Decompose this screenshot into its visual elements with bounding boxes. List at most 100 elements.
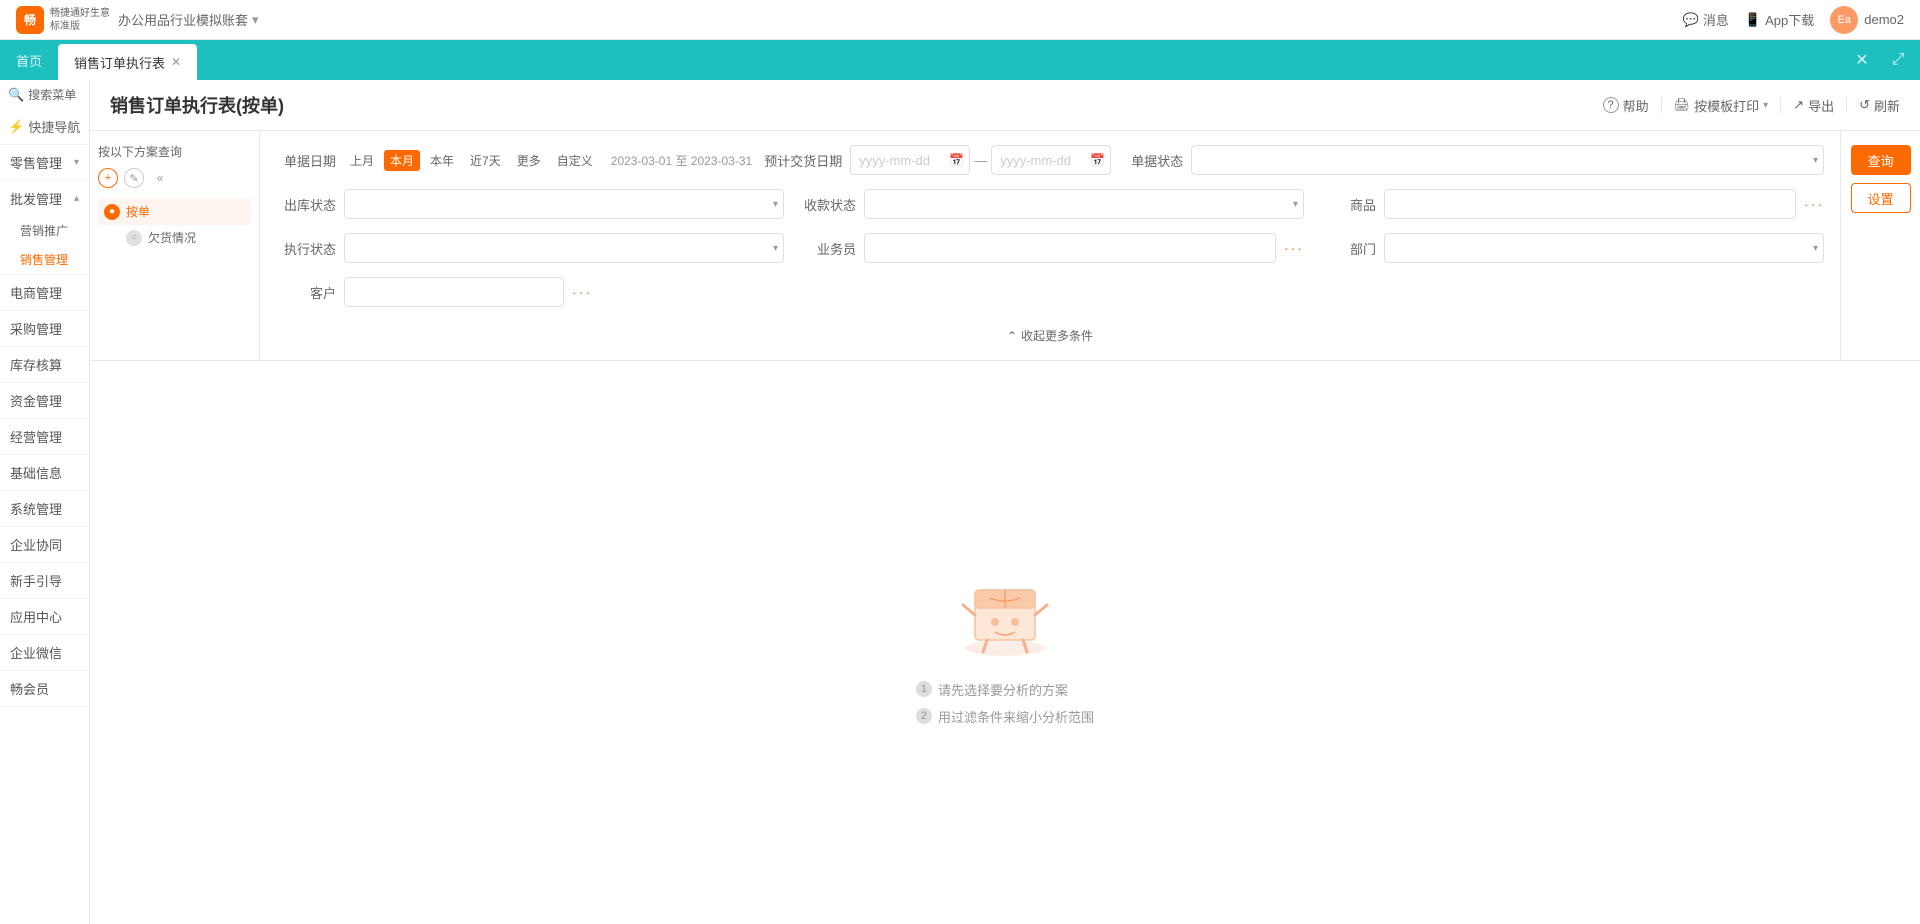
- export-btn[interactable]: ↗ 导出: [1793, 96, 1834, 115]
- plan-item-按单[interactable]: ● 按单: [98, 198, 251, 225]
- collapse-more-btn[interactable]: ⌃ 收起更多条件: [1007, 327, 1093, 344]
- expected-date-to-wrap: 📅: [991, 145, 1111, 175]
- filter-label-doc-status: 单据状态: [1123, 151, 1183, 170]
- sidebar-quick-nav-label: 快捷导航: [28, 117, 80, 136]
- expand-window-btn[interactable]: ⤢: [1884, 46, 1912, 74]
- message-action[interactable]: 💬 消息: [1683, 10, 1729, 29]
- quick-btn-7days[interactable]: 近7天: [464, 150, 507, 171]
- filter-sidebar: 按以下方案查询 + ✎ « ● 按单 ○ 欠货情况: [90, 131, 260, 360]
- add-plan-btn[interactable]: +: [98, 168, 118, 188]
- payment-select[interactable]: [864, 189, 1304, 219]
- quick-btn-last-month[interactable]: 上月: [344, 150, 380, 171]
- filter-group-exec-status: 执行状态 ▾: [276, 233, 784, 263]
- expected-date-to[interactable]: [991, 145, 1111, 175]
- filter-group-expected-date: 预计交货日期 📅 — 📅: [764, 145, 1111, 175]
- filter-label-salesman: 业务员: [796, 239, 856, 258]
- sidebar-search-label: 搜索菜单: [28, 86, 76, 103]
- filter-form: 单据日期 上月 本月 本年 近7天 更多 自定义 2023-03-01 至 20…: [260, 131, 1840, 360]
- template-print-label: 按模板打印: [1694, 96, 1759, 115]
- goods-input[interactable]: [1384, 189, 1796, 219]
- tab-close-icon[interactable]: ✕: [171, 55, 181, 69]
- expected-date-from[interactable]: [850, 145, 970, 175]
- main-layout: 🔍 搜索菜单 ⚡ 快捷导航 零售管理 ▾ 批发管理 ▴ 营销推广 销售管理 电商…: [0, 80, 1920, 924]
- template-print-arrow: ▾: [1763, 100, 1768, 111]
- goods-more-dots[interactable]: ···: [1804, 196, 1824, 212]
- sidebar-item-new-guide[interactable]: 新手引导: [0, 563, 89, 599]
- top-bar: 畅 畅捷通好生意 标准版 办公用品行业模拟账套 ▾ 💬 消息 📱 App下载 E…: [0, 0, 1920, 40]
- quick-btn-custom[interactable]: 自定义: [551, 150, 599, 171]
- date-range-expected: 📅 — 📅: [850, 145, 1111, 175]
- outbound-select[interactable]: [344, 189, 784, 219]
- sidebar-system-label: 系统管理: [10, 499, 62, 518]
- sidebar-item-enterprise-wechat[interactable]: 企业微信: [0, 635, 89, 671]
- username-label: demo2: [1864, 12, 1904, 27]
- sidebar-search[interactable]: 🔍 搜索菜单: [0, 80, 89, 109]
- plan-label-欠货情况: 欠货情况: [148, 229, 196, 246]
- template-print-btn[interactable]: 🖨 按模板打印 ▾: [1674, 96, 1769, 115]
- sidebar-item-enterprise-coop[interactable]: 企业协同: [0, 527, 89, 563]
- breadcrumb-arrow[interactable]: ▾: [252, 12, 259, 28]
- quick-btn-this-year[interactable]: 本年: [424, 150, 460, 171]
- tab-bar-right: ✕ ⤢: [1848, 40, 1920, 80]
- filter-label-exec-status: 执行状态: [276, 239, 336, 258]
- sidebar-basic-info-label: 基础信息: [10, 463, 62, 482]
- sidebar-item-member[interactable]: 畅会员: [0, 671, 89, 707]
- sidebar-item-finance[interactable]: 资金管理: [0, 383, 89, 419]
- customer-input[interactable]: [344, 277, 564, 307]
- refresh-icon: ↺: [1859, 97, 1870, 113]
- breadcrumb-area: 办公用品行业模拟账套 ▾: [118, 10, 259, 29]
- empty-icon: [945, 560, 1065, 660]
- divider3: [1846, 97, 1847, 113]
- query-button[interactable]: 查询: [1851, 145, 1911, 175]
- filter-label-dept: 部门: [1316, 239, 1376, 258]
- sidebar-item-system[interactable]: 系统管理: [0, 491, 89, 527]
- plan-sub-欠货情况[interactable]: ○ 欠货情况: [98, 225, 251, 250]
- sidebar-sub-marketing[interactable]: 营销推广: [0, 216, 89, 245]
- sidebar-new-guide-label: 新手引导: [10, 571, 62, 590]
- exec-select[interactable]: [344, 233, 784, 263]
- quick-btn-this-month[interactable]: 本月: [384, 150, 420, 171]
- sidebar-item-ecommerce[interactable]: 电商管理: [0, 275, 89, 311]
- sidebar-app-center-label: 应用中心: [10, 607, 62, 626]
- sidebar-sub-sales-mgmt[interactable]: 销售管理: [0, 245, 89, 274]
- breadcrumb-text: 办公用品行业模拟账套: [118, 10, 248, 29]
- sidebar-item-app-center[interactable]: 应用中心: [0, 599, 89, 635]
- collapse-sidebar-btn[interactable]: «: [150, 168, 170, 188]
- customer-more-dots[interactable]: ···: [572, 284, 592, 300]
- payment-select-wrap: ▾: [864, 189, 1304, 219]
- sidebar-item-purchase[interactable]: 采购管理: [0, 311, 89, 347]
- page-header-actions: ? 帮助 🖨 按模板打印 ▾ ↗ 导出 ↺ 刷新: [1603, 96, 1900, 115]
- app-download-action[interactable]: 📱 App下载: [1745, 10, 1814, 29]
- salesman-more-dots[interactable]: ···: [1284, 240, 1304, 256]
- setting-button[interactable]: 设置: [1851, 183, 1911, 213]
- outbound-select-wrap: ▾: [344, 189, 784, 219]
- edit-plan-btn[interactable]: ✎: [124, 168, 144, 188]
- sidebar-item-retail[interactable]: 零售管理 ▾: [0, 145, 89, 181]
- collapse-row: ⌃ 收起更多条件: [276, 321, 1824, 350]
- plan-icon-欠货情况: ○: [126, 230, 142, 246]
- quick-btn-more[interactable]: 更多: [511, 150, 547, 171]
- sidebar-item-operations[interactable]: 经营管理: [0, 419, 89, 455]
- message-icon: 💬: [1683, 12, 1699, 28]
- help-btn[interactable]: ? 帮助: [1603, 96, 1649, 115]
- doc-status-select[interactable]: [1191, 145, 1824, 175]
- sidebar-item-wholesale[interactable]: 批发管理 ▴: [0, 181, 89, 216]
- user-action[interactable]: Ea demo2: [1830, 6, 1904, 34]
- sidebar-item-inventory[interactable]: 库存核算: [0, 347, 89, 383]
- sidebar-purchase-label: 采购管理: [10, 319, 62, 338]
- logo-icon: 畅: [16, 6, 44, 34]
- salesman-input[interactable]: [864, 233, 1276, 263]
- sidebar-quick-nav[interactable]: ⚡ 快捷导航: [0, 109, 89, 145]
- tab-home[interactable]: 首页: [0, 40, 58, 80]
- sidebar-item-basic-info[interactable]: 基础信息: [0, 455, 89, 491]
- dept-select[interactable]: [1384, 233, 1824, 263]
- tip-num-2: 2: [916, 708, 932, 724]
- sidebar-sales-mgmt-label: 销售管理: [20, 251, 68, 268]
- close-window-btn[interactable]: ✕: [1848, 46, 1876, 74]
- sidebar-enterprise-wechat-label: 企业微信: [10, 643, 62, 662]
- filter-group-date: 单据日期 上月 本月 本年 近7天 更多 自定义 2023-03-01 至 20…: [276, 150, 752, 171]
- filter-group-doc-status: 单据状态 ▾: [1123, 145, 1824, 175]
- tab-bar: 首页 销售订单执行表 ✕ ✕ ⤢: [0, 40, 1920, 80]
- refresh-btn[interactable]: ↺ 刷新: [1859, 96, 1900, 115]
- tab-sales-exec[interactable]: 销售订单执行表 ✕: [58, 44, 197, 80]
